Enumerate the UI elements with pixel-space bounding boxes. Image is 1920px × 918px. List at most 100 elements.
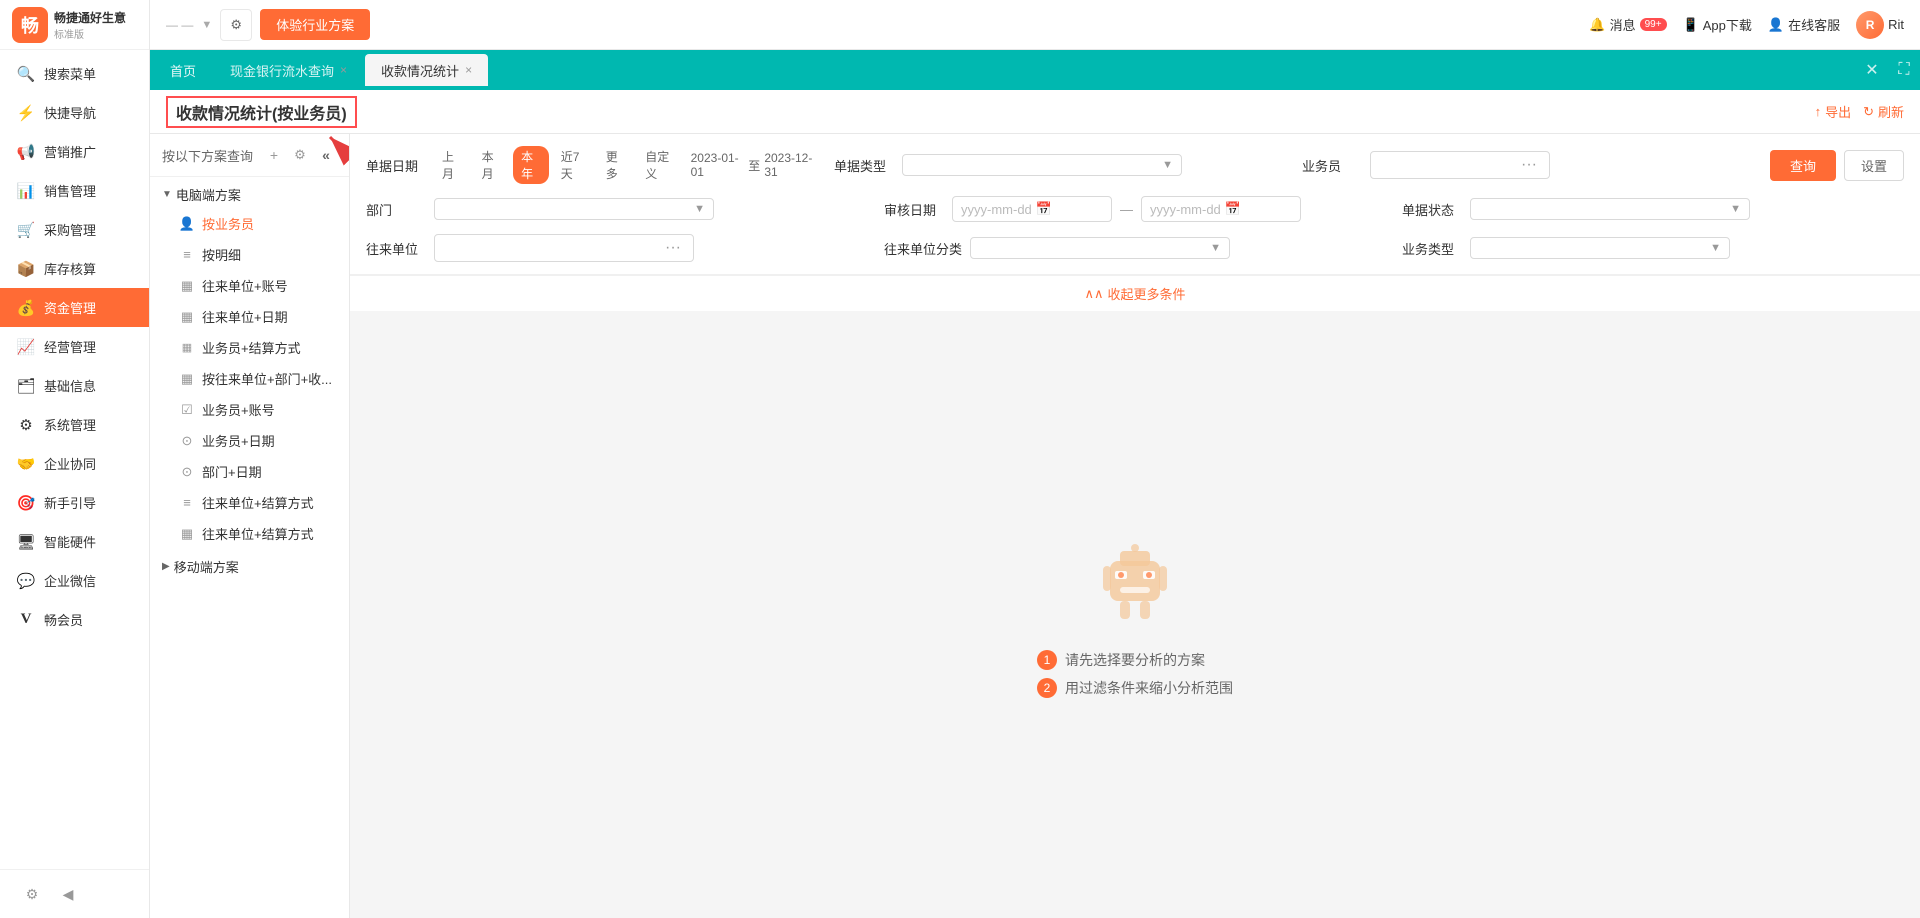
sidebar-item-hardware[interactable]: 🖥 智能硬件: [0, 522, 149, 561]
doc-type-select[interactable]: ▼: [902, 154, 1182, 176]
date-tab-custom[interactable]: 自定义: [637, 146, 682, 184]
sidebar-item-wechat[interactable]: 💬 企业微信: [0, 561, 149, 600]
date-start: 2023-01-01: [691, 151, 745, 179]
scheme-item-salesperson-account[interactable]: ☑ 业务员+账号: [150, 394, 349, 425]
settings-bottom-button[interactable]: ⚙: [16, 878, 48, 910]
refresh-button[interactable]: ↻ 刷新: [1863, 102, 1904, 121]
collapse-up-icon: ∧∧: [1084, 286, 1103, 302]
sidebar-item-system[interactable]: ⚙ 系统管理: [0, 405, 149, 444]
dept-chevron: ▼: [694, 203, 705, 215]
dept-select[interactable]: ▼: [434, 198, 714, 220]
more-options-btn[interactable]: ···: [1517, 156, 1541, 174]
biz-type-label: 业务类型: [1402, 239, 1462, 258]
collapse-conditions-button[interactable]: ∧∧ 收起更多条件: [350, 275, 1920, 311]
query-button[interactable]: 查询: [1770, 150, 1836, 181]
date-tab-lastmonth[interactable]: 上月: [434, 146, 470, 184]
trial-solution-button[interactable]: 体验行业方案: [260, 9, 370, 40]
scheme-item-dept-date[interactable]: ⊙ 部门+日期: [150, 456, 349, 487]
sidebar-item-purchase[interactable]: 🛒 采购管理: [0, 210, 149, 249]
sidebar-item-search[interactable]: 🔍 搜索菜单: [0, 54, 149, 93]
sidebar-item-basic[interactable]: 🗂 基础信息: [0, 366, 149, 405]
scheme-collapse-button[interactable]: «: [315, 144, 337, 166]
handshake-icon: 🤝: [16, 455, 36, 473]
sidebar-item-guide[interactable]: 🎯 新手引导: [0, 483, 149, 522]
date-tab-more[interactable]: 更多: [598, 146, 634, 184]
salesperson-select[interactable]: ···: [1370, 151, 1550, 179]
doc-status-filter-item: 单据状态 ▼: [1402, 198, 1904, 220]
scheme-item-label: 往来单位+结算方式: [202, 493, 314, 512]
tab-bank-close[interactable]: ×: [340, 63, 347, 77]
scheme-settings-button[interactable]: ⚙: [289, 144, 311, 166]
app-download-button[interactable]: 📱 App下载: [1683, 15, 1752, 34]
step-2-text: 用过滤条件来缩小分析范围: [1065, 678, 1233, 698]
sidebar-item-member[interactable]: V 畅会员: [0, 600, 149, 639]
topbar-settings-button[interactable]: ⚙: [220, 9, 252, 41]
tab-receipts[interactable]: 收款情况统计 ×: [365, 54, 488, 86]
dept-filter-item: 部门 ▼: [366, 198, 868, 220]
lines-icon: ≡: [178, 495, 196, 510]
filter-settings-button[interactable]: 设置: [1844, 150, 1904, 181]
tab-receipts-label: 收款情况统计: [381, 61, 459, 80]
scheme-add-button[interactable]: +: [263, 144, 285, 166]
window-close-button[interactable]: ✕: [1860, 58, 1884, 82]
sidebar-item-marketing[interactable]: 📢 营销推广: [0, 132, 149, 171]
salesperson-label: 业务员: [1302, 156, 1362, 175]
biz-type-chevron: ▼: [1710, 242, 1721, 254]
sidebar-item-inventory[interactable]: 📦 库存核算: [0, 249, 149, 288]
scheme-item-unit-settle1[interactable]: ≡ 往来单位+结算方式: [150, 487, 349, 518]
sidebar-item-corp[interactable]: 🤝 企业协同: [0, 444, 149, 483]
window-maximize-button[interactable]: ⛶: [1892, 58, 1916, 82]
counterpart-more-btn[interactable]: ···: [661, 239, 685, 257]
table-icon: ▦: [178, 371, 196, 387]
date-tab-thismonth[interactable]: 本月: [474, 146, 510, 184]
tab-bank-label: 现金银行流水查询: [230, 61, 334, 80]
sidebar-item-sales[interactable]: 📊 销售管理: [0, 171, 149, 210]
tab-home-label: 首页: [170, 61, 196, 80]
date-tab-7days[interactable]: 近7天: [553, 146, 594, 184]
scheme-item-by-salesperson[interactable]: 👤 按业务员: [150, 208, 349, 239]
doc-status-select[interactable]: ▼: [1470, 198, 1750, 220]
tab-bank[interactable]: 现金银行流水查询 ×: [214, 54, 363, 86]
sidebar-item-finance[interactable]: 💰 资金管理: [0, 288, 149, 327]
sidebar-item-operations[interactable]: 📈 经营管理: [0, 327, 149, 366]
sidebar-item-label: 系统管理: [44, 415, 96, 434]
scheme-item-unit-account[interactable]: ▦ 往来单位+账号: [150, 270, 349, 301]
counterpart-type-select[interactable]: ▼: [970, 237, 1230, 259]
user-menu[interactable]: R Rit: [1856, 11, 1904, 39]
audit-date-start-input[interactable]: yyyy-mm-dd 📅: [952, 196, 1112, 222]
logo-text-area: 畅捷通好生意 标准版: [54, 9, 126, 41]
sidebar-item-label: 库存核算: [44, 259, 96, 278]
folder-icon: 🗂: [16, 377, 36, 395]
sidebar-item-label: 新手引导: [44, 493, 96, 512]
scheme-item-unit-dept-collect[interactable]: ▦ 按往来单位+部门+收...: [150, 363, 349, 394]
tab-home[interactable]: 首页: [154, 54, 212, 86]
scheme-group-desktop-header[interactable]: ▼ 电脑端方案: [150, 177, 349, 208]
calendar-icon-start[interactable]: 📅: [1036, 201, 1052, 217]
sidebar-item-label: 智能硬件: [44, 532, 96, 551]
calendar-icon-end[interactable]: 📅: [1225, 201, 1241, 217]
scheme-item-unit-settle2[interactable]: ▦ 往来单位+结算方式: [150, 518, 349, 549]
sidebar-item-quicknav[interactable]: ⚡ 快捷导航: [0, 93, 149, 132]
online-service-button[interactable]: 👤 在线客服: [1768, 15, 1840, 34]
scheme-panel-actions: + ⚙ «: [263, 144, 337, 166]
grid3-icon: ▦: [178, 526, 196, 542]
date-tab-thisyear[interactable]: 本年: [513, 146, 549, 184]
scheme-item-salesperson-date[interactable]: ⊙ 业务员+日期: [150, 425, 349, 456]
filter-row-2: 部门 ▼ 审核日期 yyyy-mm-dd 📅: [366, 196, 1904, 222]
counterpart-select[interactable]: ···: [434, 234, 694, 262]
audit-date-end-input[interactable]: yyyy-mm-dd 📅: [1141, 196, 1301, 222]
export-button[interactable]: ↑ 导出: [1815, 102, 1852, 121]
window-controls: ✕ ⛶: [1860, 58, 1916, 82]
tab-receipts-close[interactable]: ×: [465, 63, 472, 77]
collapse-sidebar-button[interactable]: ◀: [52, 878, 84, 910]
notifications-button[interactable]: 🔔 消息 99+: [1589, 15, 1666, 34]
audit-date-end-placeholder: yyyy-mm-dd: [1150, 202, 1221, 217]
user-name: Rit: [1888, 17, 1904, 32]
scheme-group-mobile-header[interactable]: ▶ 移动端方案: [150, 549, 349, 580]
biz-type-select[interactable]: ▼: [1470, 237, 1730, 259]
scheme-item-by-detail[interactable]: ≡ 按明细: [150, 239, 349, 270]
audit-date-start-placeholder: yyyy-mm-dd: [961, 202, 1032, 217]
topbar-left: — — ▼ ⚙ 体验行业方案: [166, 9, 1577, 41]
scheme-item-salesperson-settle[interactable]: ▦ 业务员+结算方式: [150, 332, 349, 363]
scheme-item-unit-date[interactable]: ▦ 往来单位+日期: [150, 301, 349, 332]
